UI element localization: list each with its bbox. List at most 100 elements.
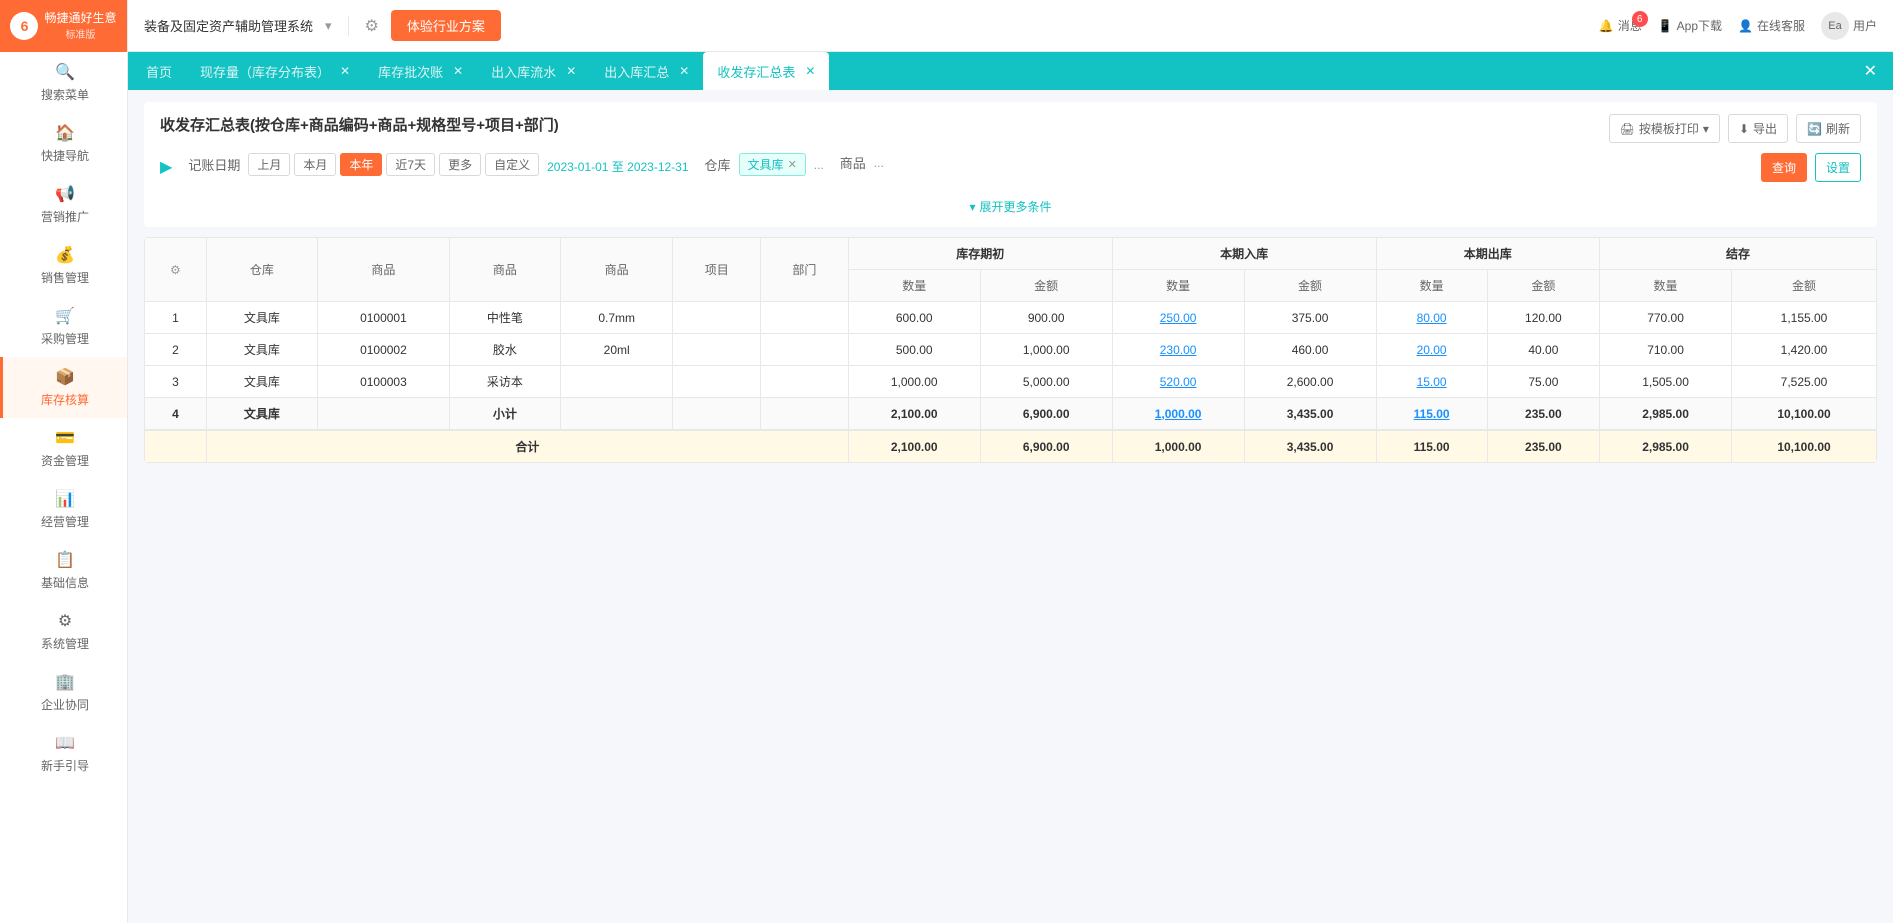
goods-more-btn[interactable]: ... <box>874 156 884 170</box>
tab-inout-flow[interactable]: 出入库流水 ✕ <box>477 52 590 90</box>
cell-outbound-qty[interactable]: 115.00 <box>1376 398 1487 431</box>
cell-dept <box>761 302 849 334</box>
sidebar-item-basic[interactable]: 📋 基础信息 <box>0 540 127 601</box>
date-btn-last-month[interactable]: 上月 <box>248 153 290 176</box>
expand-conditions-btn[interactable]: ▾ 展开更多条件 <box>969 198 1051 215</box>
date-btn-this-year[interactable]: 本年 <box>340 153 382 176</box>
sidebar-item-label: 快捷导航 <box>41 147 89 164</box>
settings-btn[interactable]: 设置 <box>1815 153 1861 182</box>
tab-batch-ledger[interactable]: 库存批次账 ✕ <box>364 52 477 90</box>
gear-icon[interactable]: ⚙ <box>365 16 379 36</box>
online-service-action[interactable]: 👤 在线客服 <box>1738 17 1805 34</box>
cell-inbound-qty[interactable]: 520.00 <box>1112 366 1244 398</box>
cell-opening-amt: 5,000.00 <box>980 366 1112 398</box>
th-outbound-amt: 金额 <box>1487 270 1599 302</box>
cell-code: 0100002 <box>317 334 449 366</box>
export-btn[interactable]: ⬇ 导出 <box>1728 114 1788 143</box>
topbar-dropdown-arrow[interactable]: ▾ <box>325 18 332 34</box>
sidebar-item-finance[interactable]: 💳 资金管理 <box>0 418 127 479</box>
sidebar-item-marketing[interactable]: 📢 营销推广 <box>0 174 127 235</box>
cell-balance-amt: 10,100.00 <box>1732 398 1877 431</box>
table-row: 2 文具库 0100002 胶水 20ml 500.00 1,000.00 23… <box>145 334 1877 366</box>
date-btn-custom[interactable]: 自定义 <box>485 153 539 176</box>
cell-project <box>673 302 761 334</box>
tab-inventory-dist[interactable]: 现存量（库存分布表） ✕ <box>186 52 364 90</box>
tab-inventory-dist-close[interactable]: ✕ <box>340 64 350 78</box>
tab-receive-send-close[interactable]: ✕ <box>805 64 815 78</box>
cell-inbound-qty[interactable]: 250.00 <box>1112 302 1244 334</box>
tab-inout-flow-close[interactable]: ✕ <box>566 64 576 78</box>
footer-label: 合计 <box>206 430 848 463</box>
finance-icon: 💳 <box>55 428 75 448</box>
cell-outbound-amt: 120.00 <box>1487 302 1599 334</box>
operation-icon: 📊 <box>55 489 75 509</box>
tab-inout-summary-close[interactable]: ✕ <box>679 64 689 78</box>
cell-warehouse: 文具库 <box>206 302 317 334</box>
cell-outbound-qty[interactable]: 20.00 <box>1376 334 1487 366</box>
date-btn-this-month[interactable]: 本月 <box>294 153 336 176</box>
cell-spec: 0.7mm <box>560 302 672 334</box>
enterprise-icon: 🏢 <box>55 672 75 692</box>
sidebar-item-sales[interactable]: 💰 销售管理 <box>0 235 127 296</box>
app-download-action[interactable]: 📱 App下载 <box>1658 17 1722 34</box>
cell-outbound-qty[interactable]: 80.00 <box>1376 302 1487 334</box>
tab-home[interactable]: 首页 <box>132 52 186 90</box>
query-btn[interactable]: 查询 <box>1761 153 1807 182</box>
footer-inbound-amt: 3,435.00 <box>1244 430 1376 463</box>
th-code: 商品 <box>317 238 449 302</box>
topbar: 装备及固定资产辅助管理系统 ▾ ⚙ 体验行业方案 🔔 消息 6 📱 App下载 … <box>128 0 1893 52</box>
th-warehouse: 仓库 <box>206 238 317 302</box>
messages-action[interactable]: 🔔 消息 6 <box>1599 17 1642 34</box>
cell-opening-qty: 500.00 <box>848 334 980 366</box>
warehouse-tag-close[interactable]: ✕ <box>788 158 797 171</box>
tab-inout-summary[interactable]: 出入库汇总 ✕ <box>590 52 703 90</box>
date-label: 记账日期 <box>188 155 240 174</box>
logo-icon: 6 <box>10 12 38 40</box>
tabbar: 首页 现存量（库存分布表） ✕ 库存批次账 ✕ 出入库流水 ✕ 出入库汇总 ✕ … <box>128 52 1893 90</box>
experience-btn[interactable]: 体验行业方案 <box>391 10 501 41</box>
cell-num: 3 <box>145 366 207 398</box>
tab-batch-ledger-label: 库存批次账 <box>378 62 443 81</box>
data-table: ⚙ 仓库 商品 商品 商品 项目 部门 库存期初 本期入库 本期出库 结存 数量 <box>144 237 1877 463</box>
expand-conditions-row: ▾ 展开更多条件 <box>160 190 1861 215</box>
cell-opening-amt: 900.00 <box>980 302 1112 334</box>
cell-outbound-qty[interactable]: 15.00 <box>1376 366 1487 398</box>
th-settings[interactable]: ⚙ <box>145 238 207 302</box>
tab-home-label: 首页 <box>146 62 172 81</box>
tab-batch-ledger-close[interactable]: ✕ <box>453 64 463 78</box>
tab-receive-send[interactable]: 收发存汇总表 ✕ <box>703 52 829 90</box>
th-spec: 商品 <box>560 238 672 302</box>
page-title: 收发存汇总表(按仓库+商品编码+商品+规格型号+项目+部门) <box>160 114 559 135</box>
print-btn[interactable]: 🖨 按模板打印 ▾ <box>1609 114 1720 143</box>
cell-inbound-qty[interactable]: 230.00 <box>1112 334 1244 366</box>
tab-bar-close[interactable]: ✕ <box>1852 61 1889 81</box>
sidebar-item-operation[interactable]: 📊 经营管理 <box>0 479 127 540</box>
sidebar-item-quick-nav[interactable]: 🏠 快捷导航 <box>0 113 127 174</box>
sidebar-item-label: 搜索菜单 <box>41 86 89 103</box>
sidebar-item-inventory[interactable]: 📦 库存核算 <box>0 357 127 418</box>
date-btn-more[interactable]: 更多 <box>439 153 481 176</box>
sidebar-item-purchase[interactable]: 🛒 采购管理 <box>0 296 127 357</box>
th-outbound: 本期出库 <box>1376 238 1600 270</box>
cell-opening-qty: 1,000.00 <box>848 366 980 398</box>
cell-dept <box>761 334 849 366</box>
date-btn-7days[interactable]: 近7天 <box>386 153 435 176</box>
sidebar-item-system[interactable]: ⚙ 系统管理 <box>0 601 127 662</box>
system-title: 装备及固定资产辅助管理系统 <box>144 16 313 35</box>
user-action[interactable]: Ea 用户 <box>1821 12 1877 40</box>
warehouse-more-btn[interactable]: ... <box>814 158 824 172</box>
cell-inbound-qty[interactable]: 1,000.00 <box>1112 398 1244 431</box>
filter-expand-arrow[interactable]: ▶ <box>160 157 172 177</box>
sidebar-item-enterprise[interactable]: 🏢 企业协同 <box>0 662 127 723</box>
page-header: 收发存汇总表(按仓库+商品编码+商品+规格型号+项目+部门) 🖨 按模板打印 ▾… <box>144 102 1877 227</box>
data-table-container: ⚙ 仓库 商品 商品 商品 项目 部门 库存期初 本期入库 本期出库 结存 数量 <box>144 237 1877 463</box>
main-area: 装备及固定资产辅助管理系统 ▾ ⚙ 体验行业方案 🔔 消息 6 📱 App下载 … <box>128 0 1893 923</box>
sidebar-item-search[interactable]: 🔍 搜索菜单 <box>0 52 127 113</box>
sidebar-item-guide[interactable]: 📖 新手引导 <box>0 723 127 784</box>
refresh-btn[interactable]: 🔄 刷新 <box>1796 114 1861 143</box>
cell-opening-qty: 600.00 <box>848 302 980 334</box>
table-footer-row: 合计 2,100.00 6,900.00 1,000.00 3,435.00 1… <box>145 430 1877 463</box>
cell-num: 2 <box>145 334 207 366</box>
purchase-icon: 🛒 <box>55 306 75 326</box>
th-balance: 结存 <box>1600 238 1877 270</box>
